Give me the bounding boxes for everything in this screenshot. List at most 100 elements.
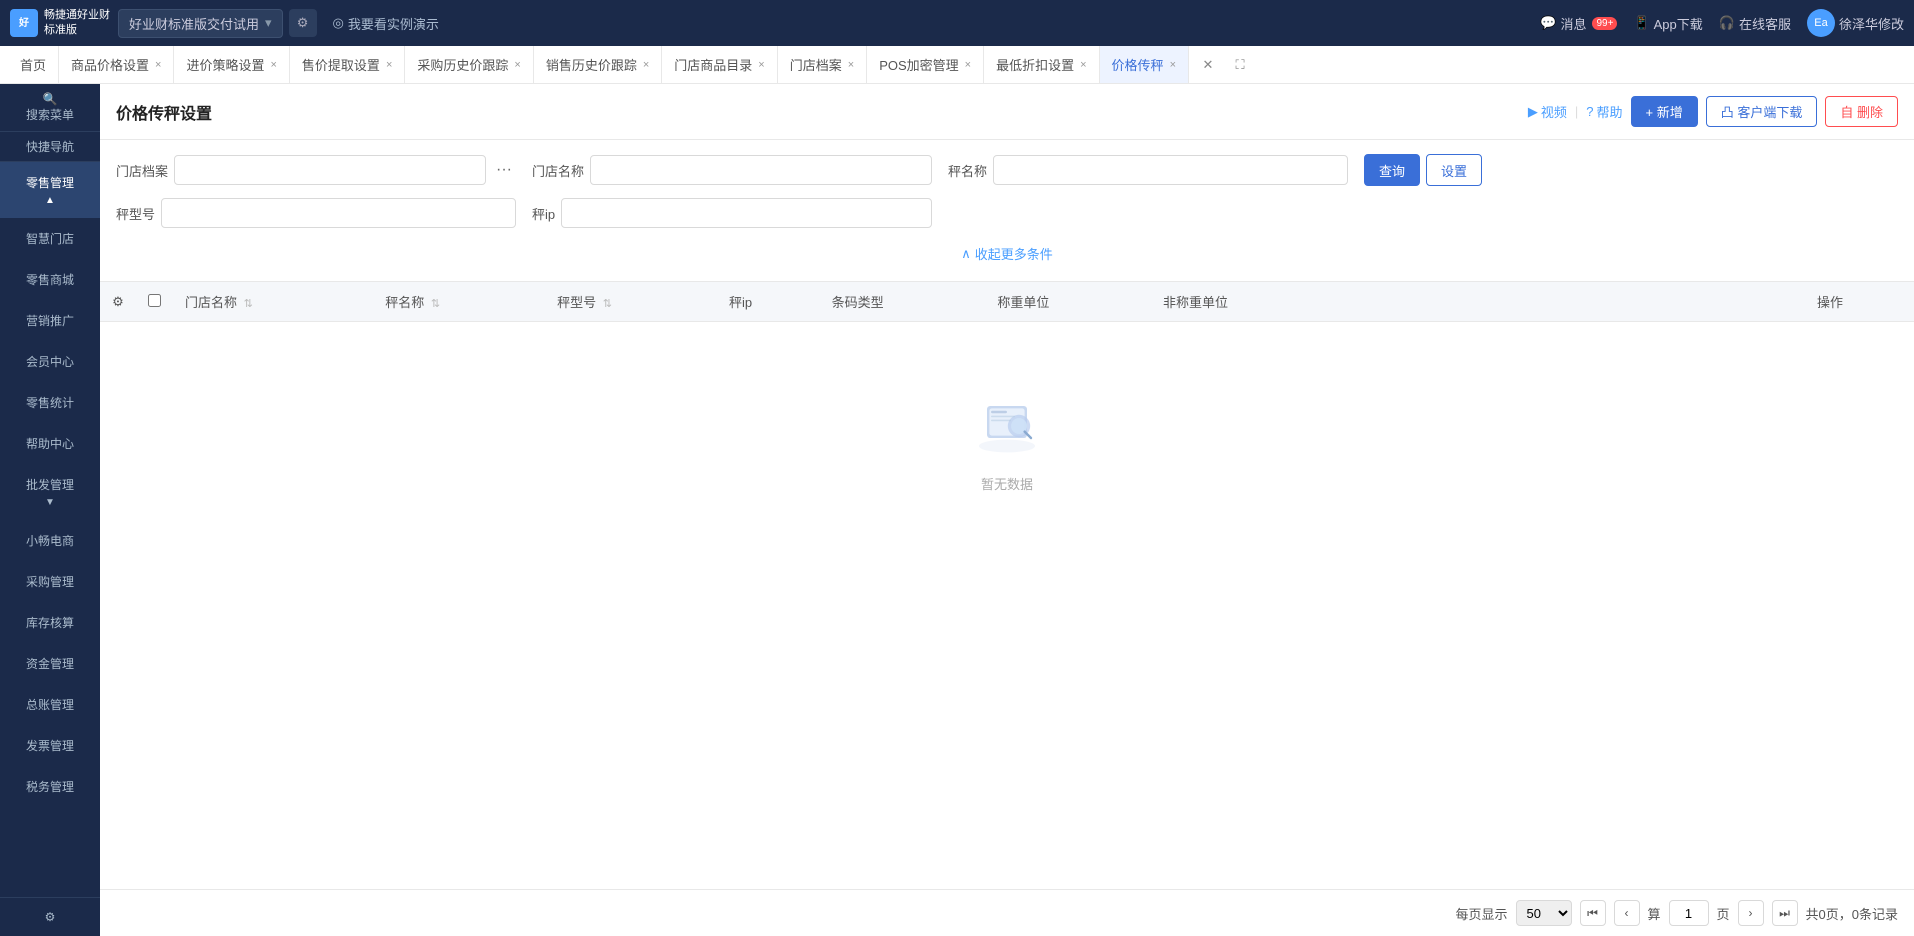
sidebar-item-marketing[interactable]: 营销推广 (0, 300, 100, 341)
tab-store-catalog[interactable]: 门店商品目录 × (662, 46, 777, 84)
sidebar-item-tax[interactable]: 税务管理 (0, 766, 100, 807)
sidebar-item-label: 零售统计 (26, 394, 74, 411)
search-icon: 🔍 (43, 92, 58, 106)
help-link[interactable]: ? 帮助 (1586, 102, 1622, 121)
tab-purchase-strategy[interactable]: 进价策略设置 × (174, 46, 289, 84)
sidebar-item-invoice[interactable]: 发票管理 (0, 725, 100, 766)
tab-store-archive[interactable]: 门店档案 × (778, 46, 867, 84)
add-button[interactable]: + 新增 (1631, 96, 1698, 127)
close-icon[interactable]: × (758, 59, 764, 71)
tab-expand-button[interactable]: ⛶ (1225, 50, 1255, 80)
th-operation: 操作 (1805, 282, 1914, 322)
demo-button[interactable]: ◎ 我要看实例演示 (333, 14, 439, 33)
gear-icon: ⚙ (45, 910, 56, 924)
tab-home[interactable]: 首页 (8, 46, 59, 84)
gear-icon: ⚙ (297, 15, 309, 31)
th-scale-ip: 秤ip (717, 282, 820, 322)
version-settings-button[interactable]: ⚙ (289, 9, 317, 37)
tab-close-button[interactable]: ✕ (1193, 50, 1223, 80)
sidebar-item-purchase[interactable]: 采购管理 (0, 561, 100, 602)
scale-name-input[interactable] (993, 155, 1348, 185)
download-button[interactable]: 凸 客户端下载 (1706, 96, 1818, 127)
store-name-label: 门店名称 (532, 161, 584, 180)
query-button[interactable]: 查询 (1364, 154, 1420, 186)
tab-pos-encrypt[interactable]: POS加密管理 × (867, 46, 984, 84)
sidebar-item-inventory[interactable]: 库存核算 (0, 602, 100, 643)
top-bar: 好 畅捷通好业财标准版 好业财标准版交付试用 ▾ ⚙ ◎ 我要看实例演示 💬 消… (0, 0, 1914, 46)
sidebar-item-label: 智慧门店 (26, 230, 74, 247)
table-area: ⚙ 门店名称 ⇅ 秤名称 ⇅ (100, 282, 1914, 889)
first-page-button[interactable]: ⏮ (1580, 900, 1606, 926)
tab-purchase-history[interactable]: 采购历史价跟踪 × (405, 46, 533, 84)
video-link[interactable]: ▶ 视频 (1528, 102, 1567, 121)
sidebar-item-wholesale[interactable]: 批发管理 ▼ (0, 464, 100, 520)
sidebar-item-label: 资金管理 (26, 655, 74, 672)
per-page-label: 每页显示 (1455, 904, 1507, 923)
filter-store-archive: 门店档案 ··· (116, 155, 516, 185)
header-actions: ▶ 视频 | ? 帮助 + 新增 凸 客户端下载 自 删除 (1528, 96, 1898, 127)
more-options-icon[interactable]: ··· (492, 161, 516, 179)
tab-sale-history[interactable]: 销售历史价跟踪 × (534, 46, 662, 84)
close-icon[interactable]: × (1170, 59, 1176, 71)
online-service-button[interactable]: 🎧 在线客服 (1719, 14, 1791, 33)
sidebar-item-ecommerce[interactable]: 小畅电商 (0, 520, 100, 561)
sidebar-quick-nav[interactable]: 快捷导航 (0, 132, 100, 162)
main-layout: 🔍 搜索菜单 快捷导航 零售管理 ▲ 智慧门店 零售商城 营销推广 会员中心 零… (0, 84, 1914, 936)
close-icon[interactable]: × (386, 59, 392, 71)
message-badge: 99+ (1592, 17, 1617, 30)
setup-button[interactable]: 设置 (1426, 154, 1482, 186)
store-archive-input[interactable] (174, 155, 486, 185)
close-icon[interactable]: × (514, 59, 520, 71)
sidebar-settings-button[interactable]: ⚙ (0, 897, 100, 936)
sidebar-search[interactable]: 🔍 搜索菜单 (0, 84, 100, 132)
logo-text: 畅捷通好业财标准版 (44, 8, 110, 39)
sidebar-item-help[interactable]: 帮助中心 (0, 423, 100, 464)
sidebar-item-smart-store[interactable]: 智慧门店 (0, 218, 100, 259)
demo-icon: ◎ (333, 15, 344, 31)
sidebar-item-label: 采购管理 (26, 573, 74, 590)
scale-model-input[interactable] (161, 198, 516, 228)
message-button[interactable]: 💬 消息 99+ (1540, 14, 1617, 33)
version-selector[interactable]: 好业财标准版交付试用 ▾ (118, 9, 283, 38)
tab-bar: 首页 商品价格设置 × 进价策略设置 × 售价提取设置 × 采购历史价跟踪 × … (0, 46, 1914, 84)
scale-ip-input[interactable] (561, 198, 932, 228)
last-page-button[interactable]: ⏭ (1772, 900, 1798, 926)
tab-min-discount[interactable]: 最低折扣设置 × (984, 46, 1099, 84)
close-icon[interactable]: × (270, 59, 276, 71)
page-suffix: 页 (1717, 904, 1730, 923)
sidebar-item-retail-mall[interactable]: 零售商城 (0, 259, 100, 300)
sidebar-item-ledger[interactable]: 总账管理 (0, 684, 100, 725)
sort-icon: ⇅ (244, 298, 253, 310)
sidebar-item-finance[interactable]: 资金管理 (0, 643, 100, 684)
prev-page-button[interactable]: ‹ (1614, 900, 1640, 926)
close-icon[interactable]: × (965, 59, 971, 71)
sort-icon: ⇅ (603, 298, 612, 310)
store-name-input[interactable] (590, 155, 932, 185)
user-menu-button[interactable]: Ea 徐泽华修改 (1807, 9, 1904, 37)
headset-icon: 🎧 (1719, 15, 1735, 31)
next-page-button[interactable]: › (1738, 900, 1764, 926)
app-download-icon: 📱 (1633, 15, 1649, 31)
delete-button[interactable]: 自 删除 (1825, 96, 1898, 127)
sidebar-item-retail-stats[interactable]: 零售统计 (0, 382, 100, 423)
per-page-select[interactable]: 10 20 50 100 (1516, 900, 1572, 926)
select-all-checkbox[interactable] (148, 294, 161, 307)
table-header-row: ⚙ 门店名称 ⇅ 秤名称 ⇅ (100, 282, 1914, 322)
page-input[interactable] (1669, 900, 1709, 926)
close-icon[interactable]: × (1080, 59, 1086, 71)
tab-sale-price-extract[interactable]: 售价提取设置 × (290, 46, 405, 84)
th-settings[interactable]: ⚙ (100, 282, 136, 322)
sidebar-item-retail[interactable]: 零售管理 ▲ (0, 162, 100, 218)
th-checkbox[interactable] (136, 282, 173, 322)
tab-commodity-price[interactable]: 商品价格设置 × (59, 46, 174, 84)
service-label: 在线客服 (1739, 14, 1791, 33)
close-icon[interactable]: × (155, 59, 161, 71)
tab-price-scale[interactable]: 价格传秤 × (1100, 46, 1189, 84)
collapse-filter-button[interactable]: ∧ 收起更多条件 (116, 240, 1898, 267)
close-icon[interactable]: × (848, 59, 854, 71)
app-download-button[interactable]: 📱 App下载 (1633, 14, 1702, 33)
avatar: Ea (1807, 9, 1835, 37)
sidebar-item-member[interactable]: 会员中心 (0, 341, 100, 382)
close-icon[interactable]: × (643, 59, 649, 71)
sidebar-item-label: 总账管理 (26, 696, 74, 713)
